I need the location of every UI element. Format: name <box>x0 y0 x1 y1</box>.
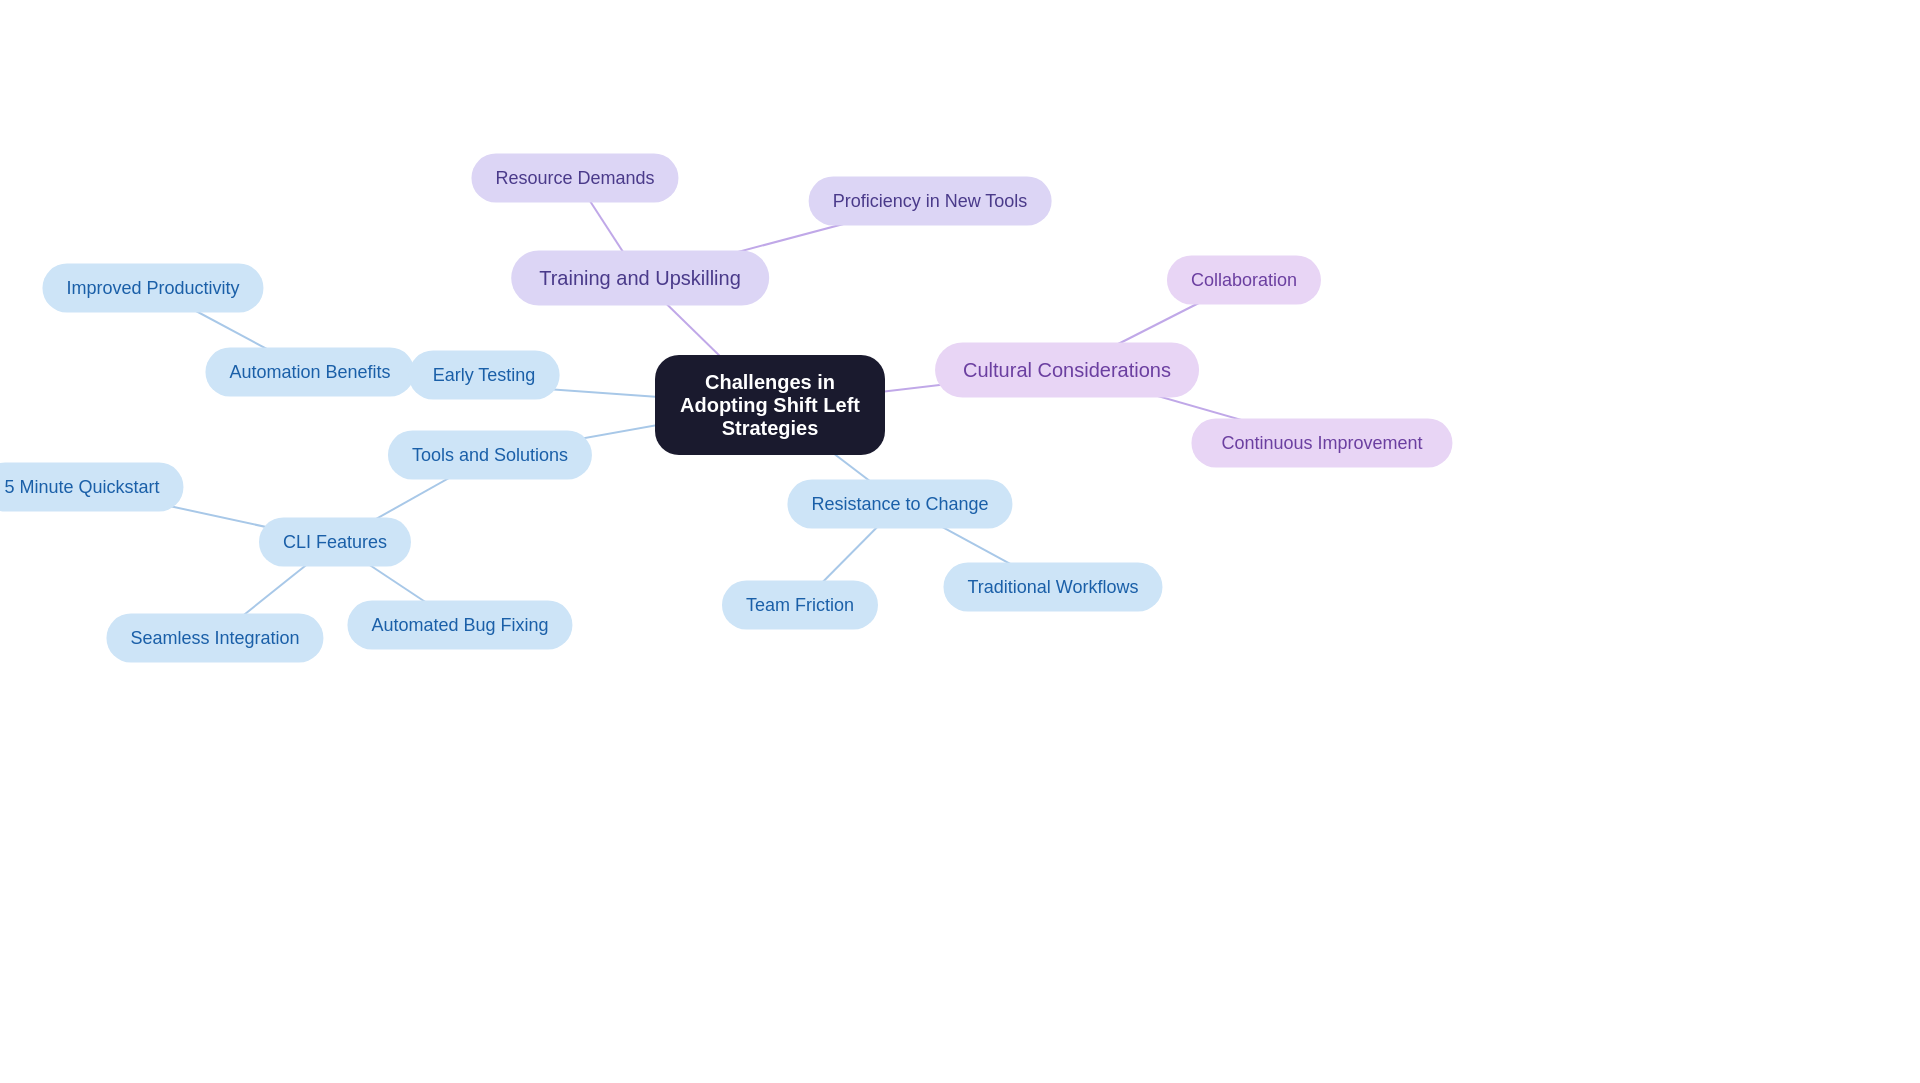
node-traditional[interactable]: Traditional Workflows <box>943 563 1162 612</box>
node-center[interactable]: Challenges in Adopting Shift Left Strate… <box>655 355 885 455</box>
node-continuous[interactable]: Continuous Improvement <box>1191 419 1452 468</box>
node-team-friction[interactable]: Team Friction <box>722 581 878 630</box>
node-tools[interactable]: Tools and Solutions <box>388 431 592 480</box>
node-collab[interactable]: Collaboration <box>1167 256 1321 305</box>
node-cultural[interactable]: Cultural Considerations <box>935 343 1199 398</box>
node-proficiency[interactable]: Proficiency in New Tools <box>809 177 1052 226</box>
node-seamless[interactable]: Seamless Integration <box>106 614 323 663</box>
mindmap-container: Challenges in Adopting Shift Left Strate… <box>0 0 1920 1083</box>
node-automation[interactable]: Automation Benefits <box>205 348 414 397</box>
node-early-testing[interactable]: Early Testing <box>409 351 560 400</box>
node-bugfix[interactable]: Automated Bug Fixing <box>347 601 572 650</box>
node-resistance[interactable]: Resistance to Change <box>787 480 1012 529</box>
node-cli[interactable]: CLI Features <box>259 518 411 567</box>
node-quickstart[interactable]: 5 Minute Quickstart <box>0 463 184 512</box>
node-training[interactable]: Training and Upskilling <box>511 251 769 306</box>
node-improved-prod[interactable]: Improved Productivity <box>42 264 263 313</box>
node-resource[interactable]: Resource Demands <box>471 154 678 203</box>
